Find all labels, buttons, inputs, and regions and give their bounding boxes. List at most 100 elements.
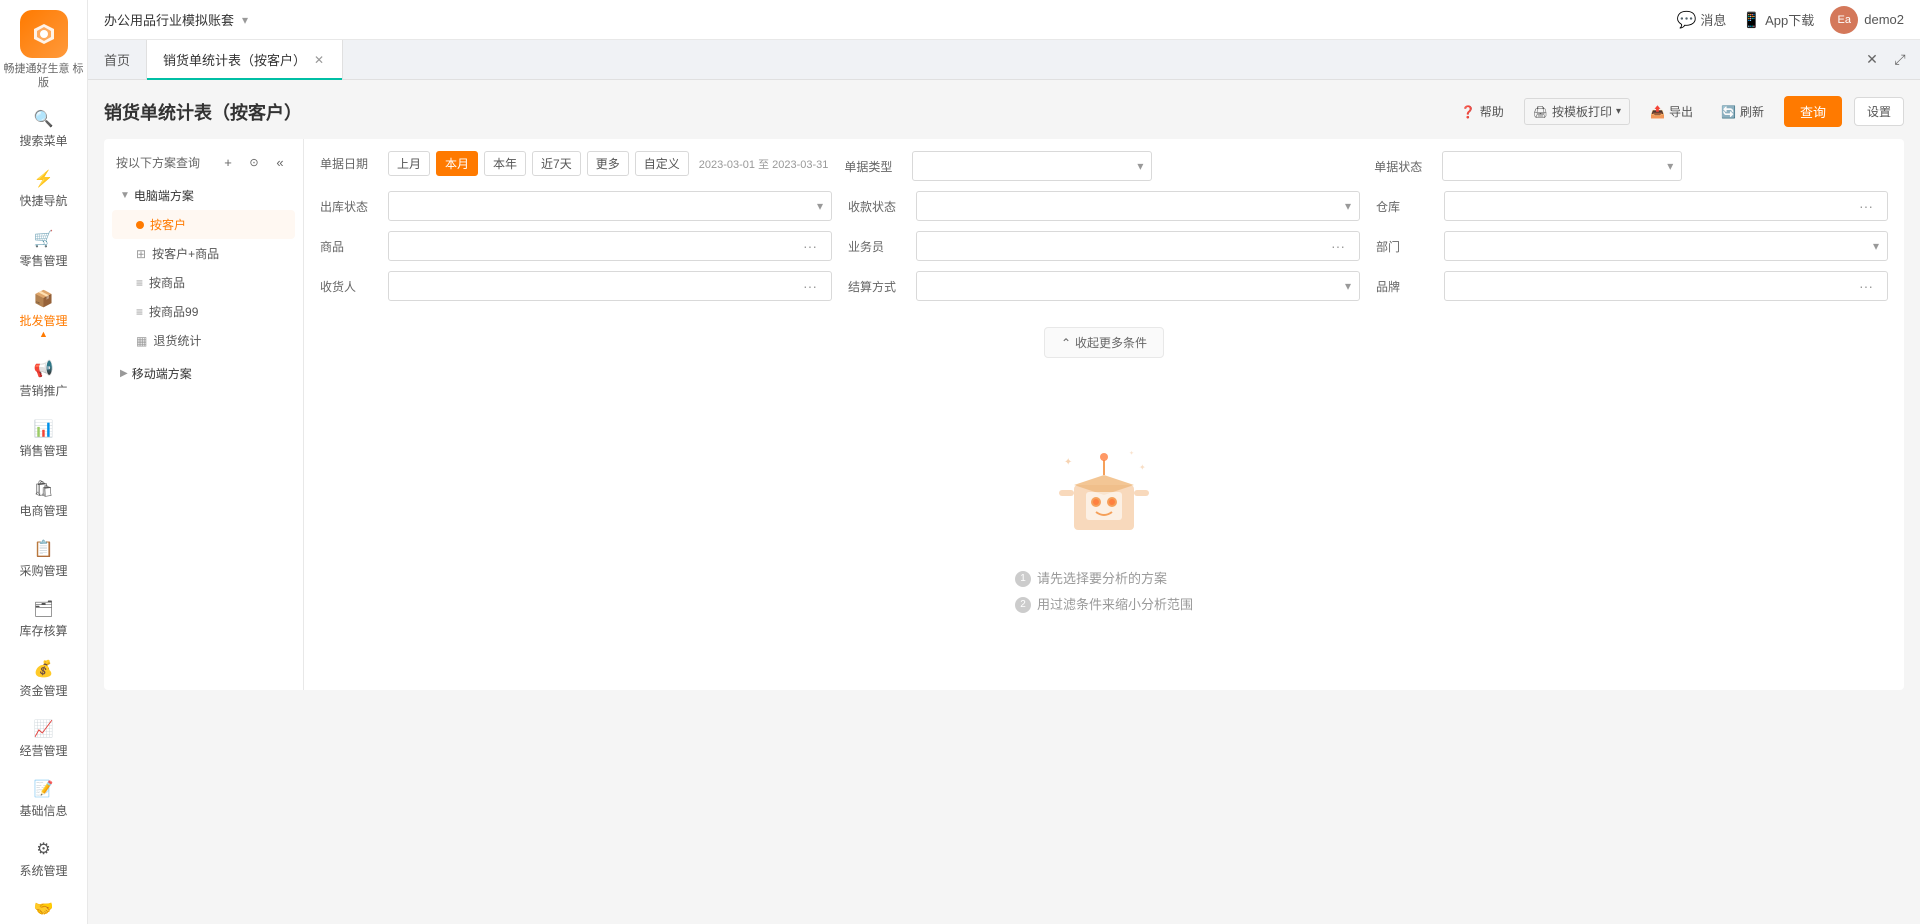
collapse-up-icon: ⌃ (1061, 336, 1071, 350)
scheme-item-customer-goods[interactable]: ⊞ 按客户+商品 (112, 239, 295, 268)
salesperson-select[interactable]: ··· (916, 231, 1360, 261)
consignee-select[interactable]: ··· (388, 271, 832, 301)
industry-dropdown[interactable]: ▾ (242, 13, 248, 27)
warehouse-select[interactable]: ··· (1444, 191, 1888, 221)
settlement-chevron-icon: ▾ (1345, 279, 1351, 293)
tab-home[interactable]: 首页 (88, 40, 147, 80)
empty-state: ✦ ✦ ✦ 1 请先选择要分析的方案 2 (320, 370, 1888, 678)
scheme-edit-btn[interactable]: ⊙ (243, 151, 265, 173)
department-select[interactable]: ▾ (1444, 231, 1888, 261)
brand-label: 品牌 (1376, 278, 1436, 295)
download-icon: 📱 (1742, 11, 1761, 29)
tab-sales-stat[interactable]: 销货单统计表（按客户） ✕ (147, 40, 343, 80)
wholesale-icon: 📦 (34, 289, 54, 309)
sidebar-item-basic-info[interactable]: 📝 基础信息 (0, 769, 87, 829)
sidebar-item-label: 电商管理 (19, 502, 67, 519)
basicinfo-icon: 📝 (34, 779, 54, 799)
enterprise-icon: 🤝 (34, 899, 54, 919)
quicknav-icon: ⚡ (34, 169, 54, 189)
sidebar-item-quicknav[interactable]: ⚡ 快捷导航 (0, 159, 87, 219)
sidebar-item-label: 销售管理 (19, 442, 67, 459)
content-layout: 按以下方案查询 + ⊙ « ▼ 电脑端方案 (104, 139, 1904, 690)
date-label: 单据日期 (320, 155, 380, 172)
sidebar-item-sales[interactable]: 📊 销售管理 (0, 409, 87, 469)
sidebar-item-ecommerce[interactable]: 🛍 电商管理 (0, 469, 87, 529)
date-btn-custom[interactable]: 自定义 (635, 151, 689, 176)
goods-label: 商品 (320, 238, 380, 255)
sidebar-item-operations[interactable]: 📈 经营管理 (0, 709, 87, 769)
export-btn[interactable]: 📤 导出 (1642, 99, 1701, 124)
date-btn-lastmonth[interactable]: 上月 (388, 151, 430, 176)
sidebar-item-label: 库存核算 (19, 622, 67, 639)
settlement-select[interactable]: ▾ (916, 271, 1360, 301)
brand-select[interactable]: ··· (1444, 271, 1888, 301)
tab-maximize-btn[interactable]: ⤢ (1888, 48, 1912, 72)
user-profile-btn[interactable]: Ea demo2 (1830, 6, 1904, 34)
sidebar-item-search[interactable]: 🔍 搜索菜单 (0, 99, 87, 159)
tab-home-label: 首页 (104, 50, 130, 69)
goods-select[interactable]: ··· (388, 231, 832, 261)
settlement-label: 结算方式 (848, 278, 908, 295)
scheme-add-btn[interactable]: + (217, 151, 239, 173)
warehouse-ellipsis[interactable]: ··· (1853, 195, 1879, 217)
print-btn[interactable]: 🖨 按模板打印 ▾ (1524, 98, 1630, 125)
order-type-select[interactable]: ▾ (912, 151, 1152, 181)
scheme-item-return[interactable]: ▦ 退货统计 (112, 326, 295, 355)
tab-close-btn[interactable]: ✕ (312, 51, 326, 69)
logo-area: 畅捷通好生意 标版 (0, 0, 87, 99)
sidebar-item-system[interactable]: ⚙ 系统管理 (0, 829, 87, 889)
goods-ellipsis[interactable]: ··· (797, 235, 823, 257)
sidebar-item-inventory[interactable]: 🗂 库存核算 (0, 589, 87, 649)
sidebar-item-enterprise[interactable]: 🤝 企业协同 (0, 889, 87, 924)
operations-icon: 📈 (34, 719, 54, 739)
svg-text:✦: ✦ (1129, 450, 1134, 457)
out-status-select[interactable]: ▾ (388, 191, 832, 221)
scheme-collapse-btn[interactable]: « (269, 151, 291, 173)
message-btn[interactable]: 💬 消息 (1676, 10, 1726, 30)
sidebar-item-marketing[interactable]: 📢 营销推广 (0, 349, 87, 409)
sidebar-item-retail[interactable]: 🛒 零售管理 (0, 219, 87, 279)
purchase-icon: 📋 (34, 539, 54, 559)
brand-ellipsis[interactable]: ··· (1853, 275, 1879, 297)
out-status-chevron-icon: ▾ (817, 199, 823, 213)
salesperson-ellipsis[interactable]: ··· (1325, 235, 1351, 257)
date-btn-7days[interactable]: 近7天 (532, 151, 581, 176)
query-btn[interactable]: 查询 (1784, 96, 1842, 127)
finance-icon: 💰 (34, 659, 54, 679)
page-actions: ❓ 帮助 🖨 按模板打印 ▾ 📤 导出 🔄 刷新 (1453, 96, 1904, 127)
date-btn-more[interactable]: 更多 (587, 151, 629, 176)
list2-icon: ≡ (136, 305, 143, 319)
sidebar-item-purchase[interactable]: 📋 采购管理 (0, 529, 87, 589)
sidebar-item-label: 批发管理 (19, 312, 67, 329)
collapse-btn[interactable]: ⌃ 收起更多条件 (1044, 327, 1164, 358)
tip-item-2: 2 用过滤条件来缩小分析范围 (1015, 592, 1193, 618)
sidebar-item-wholesale[interactable]: 📦 批发管理 ▲ (0, 279, 87, 349)
tip-item-1: 1 请先选择要分析的方案 (1015, 566, 1193, 592)
date-btn-thisyear[interactable]: 本年 (484, 151, 526, 176)
receive-status-select[interactable]: ▾ (916, 191, 1360, 221)
settings-btn[interactable]: 设置 (1854, 97, 1904, 126)
logo-icon (20, 10, 68, 58)
message-icon: 💬 (1676, 10, 1696, 30)
scheme-item-goods99[interactable]: ≡ 按商品99 (112, 297, 295, 326)
consignee-ellipsis[interactable]: ··· (797, 275, 823, 297)
app-download-btn[interactable]: 📱 App下载 (1742, 10, 1814, 29)
order-type-chevron-icon: ▾ (1137, 159, 1143, 173)
scheme-item-by-goods[interactable]: ≡ 按商品 (112, 268, 295, 297)
order-status-select[interactable]: ▾ (1442, 151, 1682, 181)
sidebar-item-finance[interactable]: 💰 资金管理 (0, 649, 87, 709)
print-arrow-icon: ▾ (1616, 106, 1621, 117)
tab-close-all-btn[interactable]: ✕ (1860, 48, 1884, 72)
top-header: 办公用品行业模拟账套 ▾ 💬 消息 📱 App下载 Ea demo2 (88, 0, 1920, 40)
scheme-group-mobile-title[interactable]: ▶ 移动端方案 (112, 359, 295, 388)
scheme-item-by-customer[interactable]: 按客户 (112, 210, 295, 239)
avatar: Ea (1830, 6, 1858, 34)
date-btn-thismonth[interactable]: 本月 (436, 151, 478, 176)
grid-icon: ⊞ (136, 247, 146, 261)
scheme-group-desktop-title[interactable]: ▼ 电脑端方案 (112, 181, 295, 210)
order-status-label: 单据状态 (1374, 158, 1434, 175)
sidebar-item-label: 搜索菜单 (19, 132, 67, 149)
help-btn[interactable]: ❓ 帮助 (1453, 99, 1512, 124)
department-chevron-icon: ▾ (1873, 239, 1879, 253)
refresh-btn[interactable]: 🔄 刷新 (1713, 99, 1772, 124)
